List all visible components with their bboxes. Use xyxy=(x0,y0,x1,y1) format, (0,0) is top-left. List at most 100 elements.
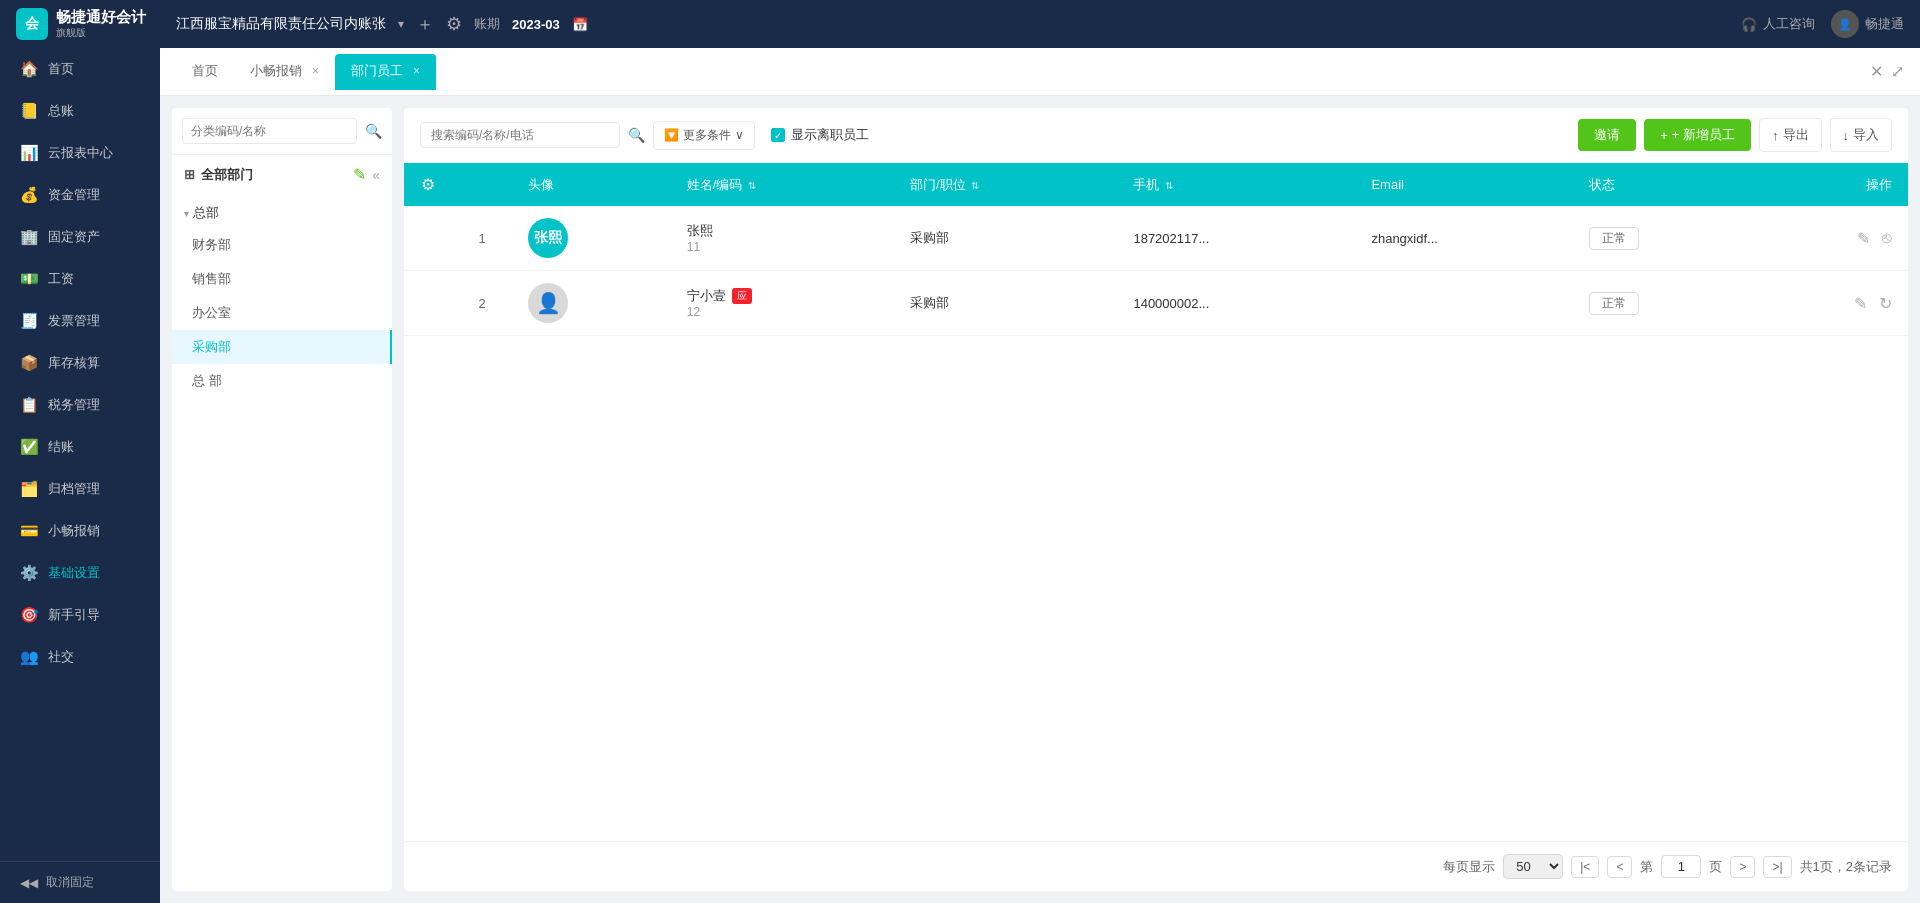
sidebar-item-reports[interactable]: 📊 云报表中心 xyxy=(0,132,160,174)
th-dept[interactable]: 部门/职位 ⇅ xyxy=(894,163,1117,206)
show-resigned-checkbox[interactable]: ✓ xyxy=(771,128,785,142)
th-name[interactable]: 姓名/编码 ⇅ xyxy=(671,163,894,206)
emp-search-input[interactable] xyxy=(420,122,620,148)
calendar-icon[interactable]: 📅 xyxy=(572,17,588,32)
top-settings-btn[interactable]: ⚙ xyxy=(446,13,462,35)
refresh-icon[interactable]: ↻ xyxy=(1879,294,1892,313)
sidebar-item-tax[interactable]: 📋 税务管理 xyxy=(0,384,160,426)
right-panel: 🔍 🔽 更多条件 ∨ ✓ 显示离职员工 邀请 xyxy=(404,108,1908,891)
invite-btn[interactable]: 邀请 xyxy=(1578,119,1636,151)
sidebar-item-social[interactable]: 👥 社交 xyxy=(0,636,160,678)
dept-item-finance[interactable]: 财务部 xyxy=(172,228,392,262)
filter-icon: 🔽 xyxy=(664,128,679,142)
unpin-btn[interactable]: ◀◀ 取消固定 xyxy=(0,861,160,903)
import-btn[interactable]: ↓ 导入 xyxy=(1830,118,1893,152)
add-emp-btn[interactable]: + + 新增员工 xyxy=(1644,119,1751,151)
logout-icon[interactable]: ⎋ xyxy=(1882,229,1892,247)
tab-dept-emp-close-icon[interactable]: × xyxy=(413,64,420,78)
dept-item-purchase[interactable]: 采购部 xyxy=(172,330,392,364)
tab-dept-emp-label: 部门员工 xyxy=(351,62,403,80)
tab-close-window-btn[interactable]: ✕ xyxy=(1870,62,1883,81)
period-label: 账期 xyxy=(474,15,500,33)
page-number-input[interactable] xyxy=(1661,855,1701,878)
th-avatar: 头像 xyxy=(512,163,671,206)
sort-dept-icon: ⇅ xyxy=(971,180,979,191)
tab-expense[interactable]: 小畅报销 × xyxy=(234,54,335,90)
sidebar-item-assets[interactable]: 🏢 固定资产 xyxy=(0,216,160,258)
sidebar-item-settings[interactable]: ⚙️ 基础设置 xyxy=(0,552,160,594)
top-bar: 会 畅捷通好会计 旗舰版 江西服宝精品有限责任公司内账张 ▾ ＋ ⚙ 账期 20… xyxy=(0,0,1920,48)
sidebar-item-home[interactable]: 🏠 首页 xyxy=(0,48,160,90)
page-total-text: 共1页，2条记录 xyxy=(1800,858,1892,876)
sidebar-item-invoice[interactable]: 🧾 发票管理 xyxy=(0,300,160,342)
td-no: 1 xyxy=(452,206,512,271)
user-area[interactable]: 👤 畅捷通 xyxy=(1831,10,1904,38)
company-dropdown-btn[interactable]: ▾ xyxy=(398,17,404,31)
unpin-label: 取消固定 xyxy=(46,874,94,891)
sidebar-item-archive[interactable]: 🗂️ 归档管理 xyxy=(0,468,160,510)
top-add-btn[interactable]: ＋ xyxy=(416,12,434,36)
sidebar-item-ledger[interactable]: 📒 总账 xyxy=(0,90,160,132)
emp-search-btn[interactable]: 🔍 xyxy=(628,127,645,143)
prev-page-btn[interactable]: < xyxy=(1607,856,1632,878)
td-avatar: 张熙 xyxy=(512,206,671,271)
period-value: 2023-03 xyxy=(512,17,560,32)
filter-btn[interactable]: 🔽 更多条件 ∨ xyxy=(653,121,755,150)
tab-expense-label: 小畅报销 xyxy=(250,62,302,80)
main-area: 🏠 首页 📒 总账 📊 云报表中心 💰 资金管理 🏢 固定资产 💵 工资 xyxy=(0,48,1920,903)
tab-expense-close-icon[interactable]: × xyxy=(312,64,319,78)
avatar: 张熙 xyxy=(528,218,568,258)
settings-icon: ⚙️ xyxy=(20,564,38,582)
dept-search-btn[interactable]: 🔍 xyxy=(365,123,382,139)
dept-item-hq[interactable]: 总 部 xyxy=(172,364,392,398)
archive-icon: 🗂️ xyxy=(20,480,38,498)
user-name: 畅捷通 xyxy=(1865,15,1904,33)
last-page-btn[interactable]: >| xyxy=(1763,856,1791,878)
all-dept-header: ⊞ 全部部门 ✎ « xyxy=(172,155,392,194)
status-badge: 正常 xyxy=(1589,292,1639,315)
tab-home[interactable]: 首页 xyxy=(176,54,234,90)
tab-dept-emp[interactable]: 部门员工 × xyxy=(335,54,436,90)
right-toolbar: 🔍 🔽 更多条件 ∨ ✓ 显示离职员工 邀请 xyxy=(404,108,1908,163)
service-btn[interactable]: 🎧 人工咨询 xyxy=(1741,15,1815,33)
sidebar-item-label: 基础设置 xyxy=(48,564,100,582)
chevron-down-icon: ∨ xyxy=(735,128,744,142)
sidebar-item-close[interactable]: ✅ 结账 xyxy=(0,426,160,468)
td-phone: 187202117... xyxy=(1117,206,1355,271)
td-no: 2 xyxy=(452,271,512,336)
sidebar-item-label: 工资 xyxy=(48,270,74,288)
employee-table-container: ⚙ 头像 姓名/编码 ⇅ 部门/职位 xyxy=(404,163,1908,841)
dept-parent-hq[interactable]: ▾ 总部 xyxy=(172,198,392,228)
first-page-btn[interactable]: |< xyxy=(1571,856,1599,878)
dept-item-sales[interactable]: 销售部 xyxy=(172,262,392,296)
export-btn[interactable]: ↑ 导出 xyxy=(1759,118,1822,152)
dept-edit-btn[interactable]: ✎ xyxy=(353,165,366,184)
edit-icon[interactable]: ✎ xyxy=(1857,229,1870,248)
export-label: 导出 xyxy=(1783,126,1809,144)
inventory-icon: 📦 xyxy=(20,354,38,372)
tab-maximize-btn[interactable]: ⤢ xyxy=(1891,62,1904,81)
sidebar-item-funds[interactable]: 💰 资金管理 xyxy=(0,174,160,216)
table-settings-btn[interactable]: ⚙ xyxy=(421,175,435,194)
sidebar-item-label: 结账 xyxy=(48,438,74,456)
edit-icon[interactable]: ✎ xyxy=(1854,294,1867,313)
sidebar-item-guide[interactable]: 🎯 新手引导 xyxy=(0,594,160,636)
sidebar-item-label: 总账 xyxy=(48,102,74,120)
sidebar-item-inventory[interactable]: 📦 库存核算 xyxy=(0,342,160,384)
show-resigned-checkbox-area[interactable]: ✓ 显示离职员工 xyxy=(771,126,869,144)
dept-item-office[interactable]: 办公室 xyxy=(172,296,392,330)
page-size-select[interactable]: 50 20 100 xyxy=(1503,854,1563,879)
dept-collapse-btn[interactable]: « xyxy=(372,165,380,184)
next-page-btn[interactable]: > xyxy=(1730,856,1755,878)
grid-icon: ⊞ xyxy=(184,167,195,182)
dept-label: 销售部 xyxy=(192,271,231,286)
sidebar-item-salary[interactable]: 💵 工资 xyxy=(0,258,160,300)
sidebar-item-expense[interactable]: 💳 小畅报销 xyxy=(0,510,160,552)
left-panel: 🔍 ⊞ 全部部门 ✎ « ▾ 总部 xyxy=(172,108,392,891)
pending-badge: 应 xyxy=(732,288,752,304)
import-label: 导入 xyxy=(1853,126,1879,144)
td-phone: 140000002... xyxy=(1117,271,1355,336)
logo-area: 会 畅捷通好会计 旗舰版 xyxy=(16,8,176,40)
dept-search-input[interactable] xyxy=(182,118,357,144)
th-phone[interactable]: 手机 ⇅ xyxy=(1117,163,1355,206)
